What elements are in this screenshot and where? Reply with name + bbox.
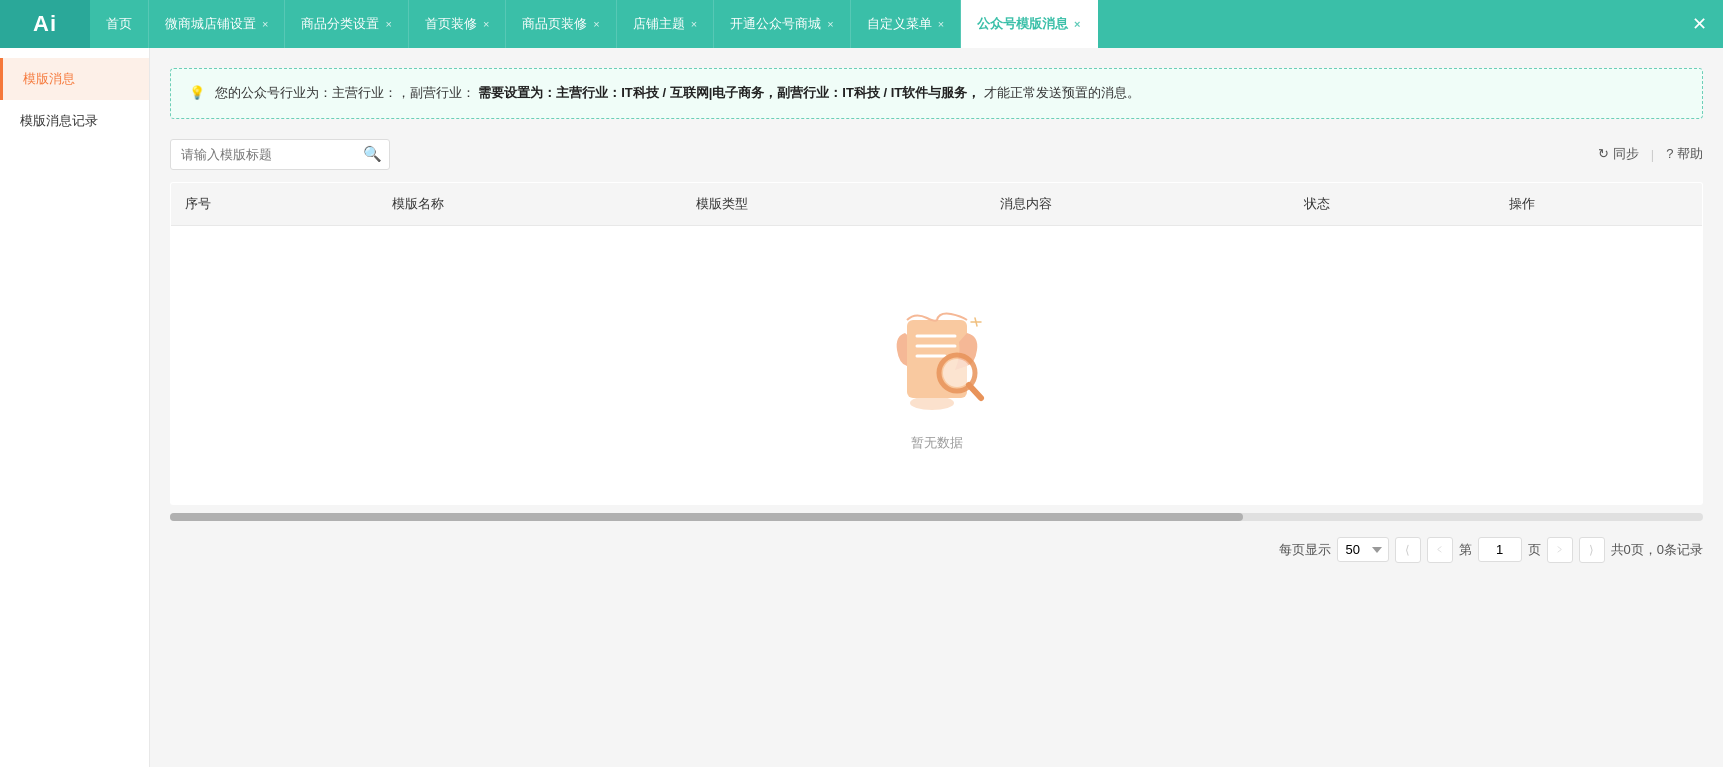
tab-close-icon[interactable]: ×: [262, 18, 268, 30]
nav-tab[interactable]: 公众号模版消息 ×: [961, 0, 1097, 48]
prev-page-button[interactable]: ﹤: [1427, 537, 1453, 563]
tab-close-icon[interactable]: ×: [593, 18, 599, 30]
nav-tab[interactable]: 店铺主题 ×: [617, 0, 714, 48]
tab-close-icon[interactable]: ×: [1074, 18, 1080, 30]
nav-tab[interactable]: 商品页装修 ×: [506, 0, 616, 48]
svg-point-6: [943, 359, 971, 387]
svg-point-0: [910, 396, 954, 410]
table-header-action: 操作: [1495, 182, 1702, 225]
tab-close-icon[interactable]: ×: [938, 18, 944, 30]
help-label: 帮助: [1677, 146, 1703, 161]
tab-close-icon[interactable]: ×: [691, 18, 697, 30]
horizontal-scrollbar[interactable]: [170, 513, 1703, 521]
table-header-type: 模版类型: [682, 182, 986, 225]
notice-prefix: 您的公众号行业为：主营行业：，副营行业：: [215, 85, 475, 100]
sidebar-item[interactable]: 模版消息: [0, 58, 149, 100]
sidebar-item[interactable]: 模版消息记录: [0, 100, 149, 142]
data-table: 序号模版名称模版类型消息内容状态操作: [170, 182, 1703, 505]
nav-tab[interactable]: 开通公众号商城 ×: [714, 0, 850, 48]
nav-tab[interactable]: 商品分类设置 ×: [285, 0, 408, 48]
notice-highlight: 需要设置为：主营行业：IT科技 / 互联网|电子商务，副营行业：IT科技 / I…: [478, 85, 980, 100]
page-input[interactable]: [1478, 537, 1522, 562]
page-label: 第: [1459, 541, 1472, 559]
help-button[interactable]: ? 帮助: [1666, 145, 1703, 163]
tab-close-icon[interactable]: ×: [483, 18, 489, 30]
last-page-button[interactable]: ⟩: [1579, 537, 1605, 563]
sync-label: 同步: [1613, 146, 1639, 161]
search-input-wrap: 🔍: [170, 139, 390, 170]
scroll-thumb: [170, 513, 1243, 521]
notice-suffix: 才能正常发送预置的消息。: [984, 85, 1140, 100]
sync-icon: ↻: [1598, 146, 1609, 161]
sync-button[interactable]: ↻ 同步: [1598, 145, 1639, 163]
notice-box: 💡 您的公众号行业为：主营行业：，副营行业： 需要设置为：主营行业：IT科技 /…: [170, 68, 1703, 119]
pagination-bar: 每页显示 50 10 20 100 ⟨ ﹤ 第 页 ﹥ ⟩ 共0页，0条记录: [170, 525, 1703, 563]
page-suffix: 页: [1528, 541, 1541, 559]
per-page-label: 每页显示: [1279, 541, 1331, 559]
search-bar-right: ↻ 同步 | ? 帮助: [1598, 145, 1703, 163]
tab-close-icon[interactable]: ×: [827, 18, 833, 30]
content-area: 💡 您的公众号行业为：主营行业：，副营行业： 需要设置为：主营行业：IT科技 /…: [150, 48, 1723, 767]
search-icon[interactable]: 🔍: [363, 145, 382, 163]
table-header-index: 序号: [171, 182, 378, 225]
table-header-name: 模版名称: [378, 182, 682, 225]
table-header-content: 消息内容: [986, 182, 1290, 225]
search-input[interactable]: [170, 139, 390, 170]
tab-close-icon[interactable]: ×: [385, 18, 391, 30]
per-page-select[interactable]: 50 10 20 100: [1337, 537, 1389, 562]
main-layout: 模版消息模版消息记录 💡 您的公众号行业为：主营行业：，副营行业： 需要设置为：…: [0, 48, 1723, 767]
empty-state: 暂无数据: [185, 238, 1688, 492]
next-page-button[interactable]: ﹥: [1547, 537, 1573, 563]
first-page-button[interactable]: ⟨: [1395, 537, 1421, 563]
sidebar: 模版消息模版消息记录: [0, 48, 150, 767]
close-window-button[interactable]: ✕: [1675, 0, 1723, 48]
nav-tabs: 首页微商城店铺设置 ×商品分类设置 ×首页装修 ×商品页装修 ×店铺主题 ×开通…: [90, 0, 1675, 48]
table-header-status: 状态: [1290, 182, 1495, 225]
svg-line-7: [969, 385, 981, 398]
top-navbar: Ai 首页微商城店铺设置 ×商品分类设置 ×首页装修 ×商品页装修 ×店铺主题 …: [0, 0, 1723, 48]
search-bar: 🔍 ↻ 同步 | ? 帮助: [170, 139, 1703, 170]
divider: |: [1651, 147, 1654, 162]
nav-tab[interactable]: 首页: [90, 0, 149, 48]
empty-illustration: [877, 298, 997, 418]
nav-tab[interactable]: 首页装修 ×: [409, 0, 506, 48]
page-total: 共0页，0条记录: [1611, 541, 1703, 559]
help-icon: ?: [1666, 146, 1673, 161]
empty-text: 暂无数据: [185, 434, 1688, 452]
nav-tab[interactable]: 微商城店铺设置 ×: [149, 0, 285, 48]
nav-tab[interactable]: 自定义菜单 ×: [851, 0, 961, 48]
logo: Ai: [0, 0, 90, 48]
notice-icon: 💡: [189, 85, 205, 100]
